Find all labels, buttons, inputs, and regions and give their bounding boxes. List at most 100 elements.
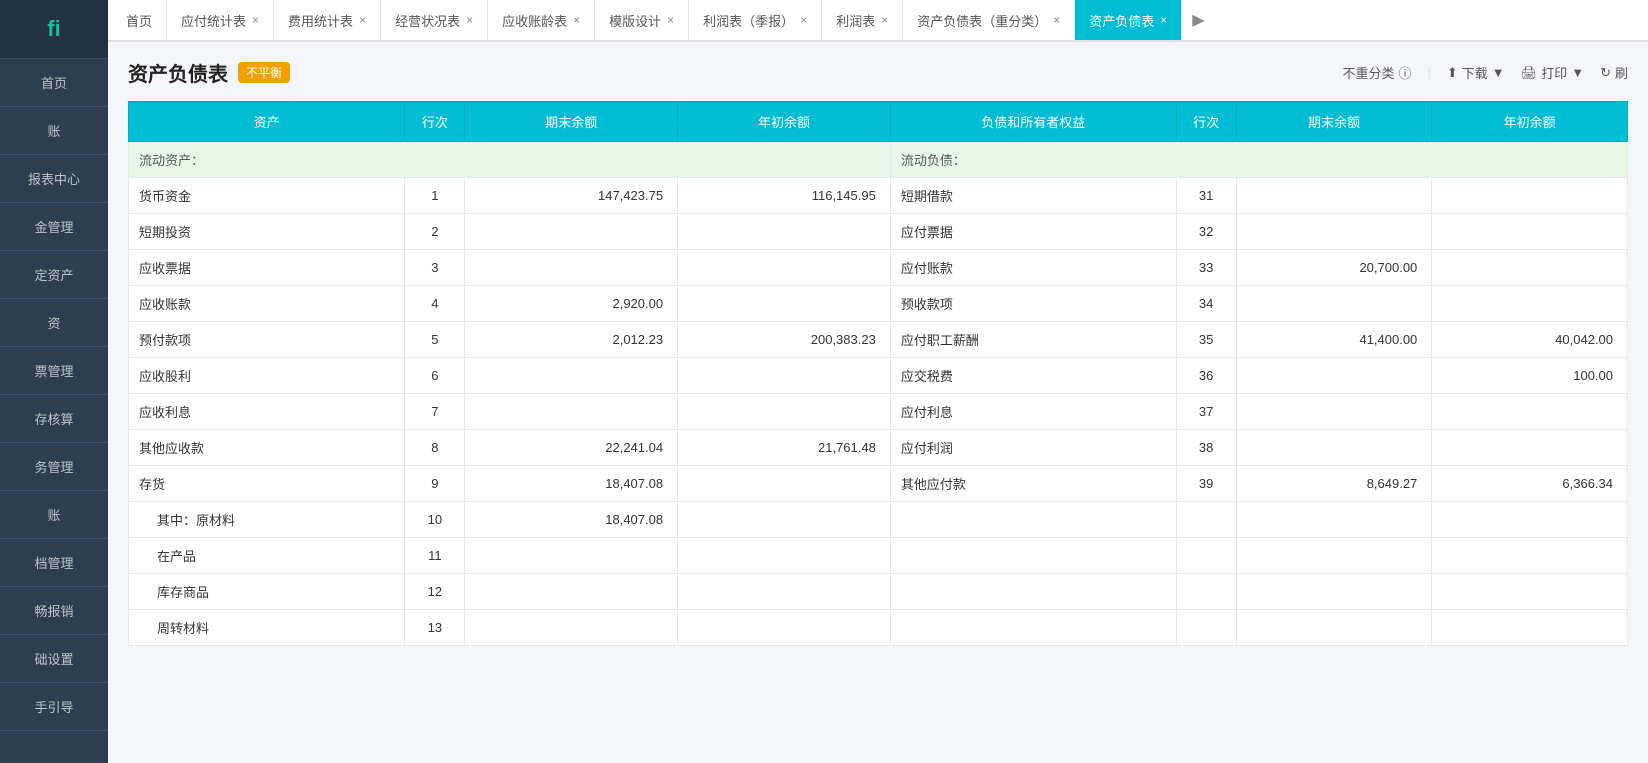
table-row: 应收利息 7 应付利息 37 <box>129 394 1628 430</box>
end-balance-l: 2,012.23 <box>465 322 678 358</box>
tab-close-ar[interactable]: × <box>573 13 580 27</box>
row-num-l: 1 <box>405 178 465 214</box>
end-balance-l <box>465 394 678 430</box>
tab-profit[interactable]: 利润表× <box>822 0 903 41</box>
section-right-label: 流动负债： <box>890 142 1627 178</box>
row-num-r: 38 <box>1176 430 1236 466</box>
sidebar-logo: fi <box>0 0 108 59</box>
tab-close-pq[interactable]: × <box>800 13 807 27</box>
liability-name <box>890 502 1176 538</box>
sidebar-item-settings[interactable]: 础设置 <box>0 635 108 683</box>
download-label: 下载 <box>1462 63 1488 82</box>
header-asset: 资产 <box>129 102 405 142</box>
table-row: 应收股利 6 应交税费 36 100.00 <box>129 358 1628 394</box>
row-num-l: 2 <box>405 214 465 250</box>
tab-close-template[interactable]: × <box>667 13 674 27</box>
tab-close-ap-stats[interactable]: × <box>252 13 259 27</box>
sidebar-item-home[interactable]: 首页 <box>0 59 108 107</box>
end-balance-r <box>1236 178 1432 214</box>
beg-balance-l <box>678 466 891 502</box>
beg-balance-r <box>1432 214 1628 250</box>
sidebar-item-expense[interactable]: 畅报销 <box>0 587 108 635</box>
tab-template[interactable]: 模版设计× <box>595 0 689 41</box>
sidebar-item-investment[interactable]: 资 <box>0 299 108 347</box>
download-icon: ⬆ <box>1447 65 1458 81</box>
liability-name: 预收款项 <box>890 286 1176 322</box>
row-num-r: 34 <box>1176 286 1236 322</box>
tab-bar: 首页 应付统计表× 费用统计表× 经营状况表× 应收账龄表× 模版设计× 利润表… <box>108 0 1648 42</box>
beg-balance-r <box>1432 394 1628 430</box>
beg-balance-r <box>1432 430 1628 466</box>
tab-scroll-right[interactable]: ▶ <box>1182 10 1214 30</box>
row-num-l: 4 <box>405 286 465 322</box>
print-arrow-icon: ▼ <box>1571 65 1584 80</box>
beg-balance-r <box>1432 538 1628 574</box>
print-icon: 🖨 <box>1521 65 1538 81</box>
tab-bs[interactable]: 资产负债表× <box>1075 0 1182 41</box>
sidebar-item-bills[interactable]: 票管理 <box>0 347 108 395</box>
beg-balance-l: 200,383.23 <box>678 322 891 358</box>
sidebar-item-guide[interactable]: 手引导 <box>0 683 108 731</box>
tab-close-profit[interactable]: × <box>881 13 888 27</box>
tab-ar-aging[interactable]: 应收账龄表× <box>488 0 595 41</box>
tab-close-expense[interactable]: × <box>359 13 366 27</box>
end-balance-l: 2,920.00 <box>465 286 678 322</box>
tab-profit-quarterly[interactable]: 利润表（季报）× <box>689 0 822 41</box>
asset-name: 短期投资 <box>129 214 405 250</box>
row-num-r: 31 <box>1176 178 1236 214</box>
end-balance-l: 22,241.04 <box>465 430 678 466</box>
asset-name: 其中：原材料 <box>129 502 405 538</box>
liability-name: 应付职工薪酬 <box>890 322 1176 358</box>
asset-name: 应收票据 <box>129 250 405 286</box>
print-button[interactable]: 🖨 打印 ▼ <box>1521 63 1584 82</box>
tab-home[interactable]: 首页 <box>112 0 167 41</box>
sidebar-item-reports[interactable]: 报表中心 <box>0 155 108 203</box>
table-row: 应收账款 4 2,920.00 预收款项 34 <box>129 286 1628 322</box>
sidebar-item-archive[interactable]: 档管理 <box>0 539 108 587</box>
beg-balance-r <box>1432 178 1628 214</box>
tab-ap-stats[interactable]: 应付统计表× <box>167 0 274 41</box>
section-header-current: 流动资产： 流动负债： <box>129 142 1628 178</box>
table-row: 在产品 11 <box>129 538 1628 574</box>
sidebar-item-tax[interactable]: 务管理 <box>0 443 108 491</box>
sidebar-item-account[interactable]: 账 <box>0 491 108 539</box>
tab-close-operations[interactable]: × <box>466 13 473 27</box>
end-balance-l <box>465 574 678 610</box>
asset-name: 货币资金 <box>129 178 405 214</box>
liability-name: 应付利息 <box>890 394 1176 430</box>
tab-close-bsr[interactable]: × <box>1053 13 1060 27</box>
tab-operations[interactable]: 经营状况表× <box>381 0 488 41</box>
tab-close-bs[interactable]: × <box>1160 13 1167 27</box>
liability-name: 应付利润 <box>890 430 1176 466</box>
beg-balance-l <box>678 502 891 538</box>
asset-name: 在产品 <box>129 538 405 574</box>
end-balance-r <box>1236 610 1432 646</box>
asset-name: 周转材料 <box>129 610 405 646</box>
liability-name: 应付账款 <box>890 250 1176 286</box>
row-num-r <box>1176 574 1236 610</box>
tab-expense-stats[interactable]: 费用统计表× <box>274 0 381 41</box>
refresh-icon: ↻ <box>1600 65 1611 81</box>
liability-name <box>890 574 1176 610</box>
sidebar-item-inventory[interactable]: 存核算 <box>0 395 108 443</box>
row-num-r <box>1176 610 1236 646</box>
tab-bs-reclassified[interactable]: 资产负债表（重分类）× <box>903 0 1075 41</box>
liability-name: 其他应付款 <box>890 466 1176 502</box>
download-arrow-icon: ▼ <box>1492 65 1505 80</box>
question-icon: ⓘ <box>1398 63 1411 82</box>
page-title: 资产负债表 <box>128 58 228 87</box>
row-num-l: 6 <box>405 358 465 394</box>
end-balance-r <box>1236 286 1432 322</box>
refresh-button[interactable]: ↻ 刷 <box>1600 63 1628 82</box>
page-title-area: 资产负债表 不平衡 <box>128 58 290 87</box>
no-reclassify-button[interactable]: 不重分类 ⓘ <box>1342 63 1411 82</box>
sidebar-item-finance[interactable]: 金管理 <box>0 203 108 251</box>
sidebar-item-fixed-assets[interactable]: 定资产 <box>0 251 108 299</box>
end-balance-r: 41,400.00 <box>1236 322 1432 358</box>
row-num-l: 8 <box>405 430 465 466</box>
download-button[interactable]: ⬆ 下载 ▼ <box>1447 63 1505 82</box>
sidebar-item-ledger[interactable]: 账 <box>0 107 108 155</box>
end-balance-l <box>465 250 678 286</box>
row-num-l: 5 <box>405 322 465 358</box>
toolbar-divider1: | <box>1427 65 1430 80</box>
